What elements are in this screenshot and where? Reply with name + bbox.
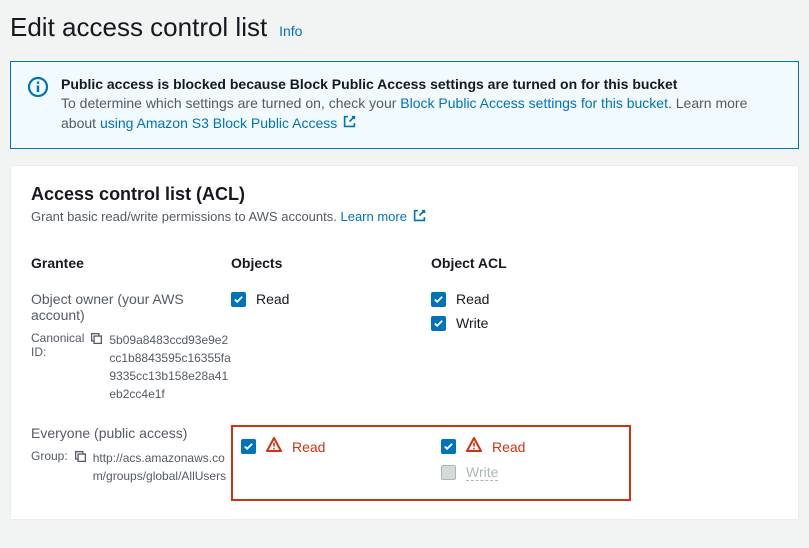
learn-more-acl-text: Learn more (340, 209, 406, 224)
owner-objects-read-checkbox[interactable] (231, 292, 246, 307)
acl-panel: Access control list (ACL) Grant basic re… (10, 165, 799, 521)
perm-label-read: Read (256, 291, 289, 307)
external-link-icon (343, 114, 356, 134)
col-grantee: Grantee (31, 255, 231, 271)
owner-acl-read-checkbox[interactable] (431, 292, 446, 307)
perm-label-read: Read (492, 439, 525, 455)
panel-sub-text: Grant basic read/write permissions to AW… (31, 209, 340, 224)
canonical-id-label: Canonical ID: (31, 331, 84, 359)
panel-subtitle: Grant basic read/write permissions to AW… (31, 209, 778, 226)
alert-body-pre: To determine which settings are turned o… (61, 95, 400, 111)
everyone-acl-read-checkbox[interactable] (441, 439, 456, 454)
perm-label-write: Write (456, 315, 488, 331)
warning-icon (266, 437, 282, 456)
info-link[interactable]: Info (279, 23, 302, 39)
warning-icon (466, 437, 482, 456)
block-public-access-settings-link[interactable]: Block Public Access settings for this bu… (400, 95, 668, 111)
copy-icon[interactable] (74, 450, 87, 466)
everyone-acl-write-checkbox (441, 465, 456, 480)
everyone-objects-read-checkbox[interactable] (241, 439, 256, 454)
group-url-value: http://acs.amazonaws.com/groups/global/A… (93, 449, 231, 485)
canonical-id-value: 5b09a8483ccd93e9e2cc1b8843595c16355fa933… (109, 331, 231, 403)
public-access-highlight: Read Read Write (231, 425, 631, 501)
learn-more-bpa-link[interactable]: using Amazon S3 Block Public Access (100, 115, 356, 131)
col-objects: Objects (231, 255, 431, 271)
owner-objects: Read (231, 291, 431, 403)
perm-label-read: Read (456, 291, 489, 307)
everyone-objects: Read (241, 437, 441, 489)
copy-icon[interactable] (90, 332, 103, 348)
grantee-everyone: Everyone (public access) Group: http://a… (31, 425, 231, 501)
alert-body: To determine which settings are turned o… (61, 94, 782, 134)
info-icon (27, 76, 49, 98)
owner-acl: Read Write (431, 291, 631, 403)
acl-table: Grantee Objects Object ACL Object owner … (31, 255, 778, 501)
page-title: Edit access control list (10, 12, 267, 43)
grantee-everyone-name: Everyone (public access) (31, 425, 231, 441)
grantee-owner-name: Object owner (your AWS account) (31, 291, 231, 323)
col-acl: Object ACL (431, 255, 631, 271)
grantee-owner: Object owner (your AWS account) Canonica… (31, 291, 231, 403)
perm-label-read: Read (292, 439, 325, 455)
learn-more-acl-link[interactable]: Learn more (340, 209, 425, 224)
owner-acl-write-checkbox[interactable] (431, 316, 446, 331)
group-label: Group: (31, 449, 68, 463)
info-alert: Public access is blocked because Block P… (10, 61, 799, 149)
external-link-icon (413, 209, 426, 225)
panel-title: Access control list (ACL) (31, 184, 778, 205)
perm-label-write: Write (466, 464, 498, 481)
learn-more-bpa-text: using Amazon S3 Block Public Access (100, 115, 337, 131)
everyone-acl: Read Write (441, 437, 641, 489)
alert-title: Public access is blocked because Block P… (61, 76, 782, 92)
